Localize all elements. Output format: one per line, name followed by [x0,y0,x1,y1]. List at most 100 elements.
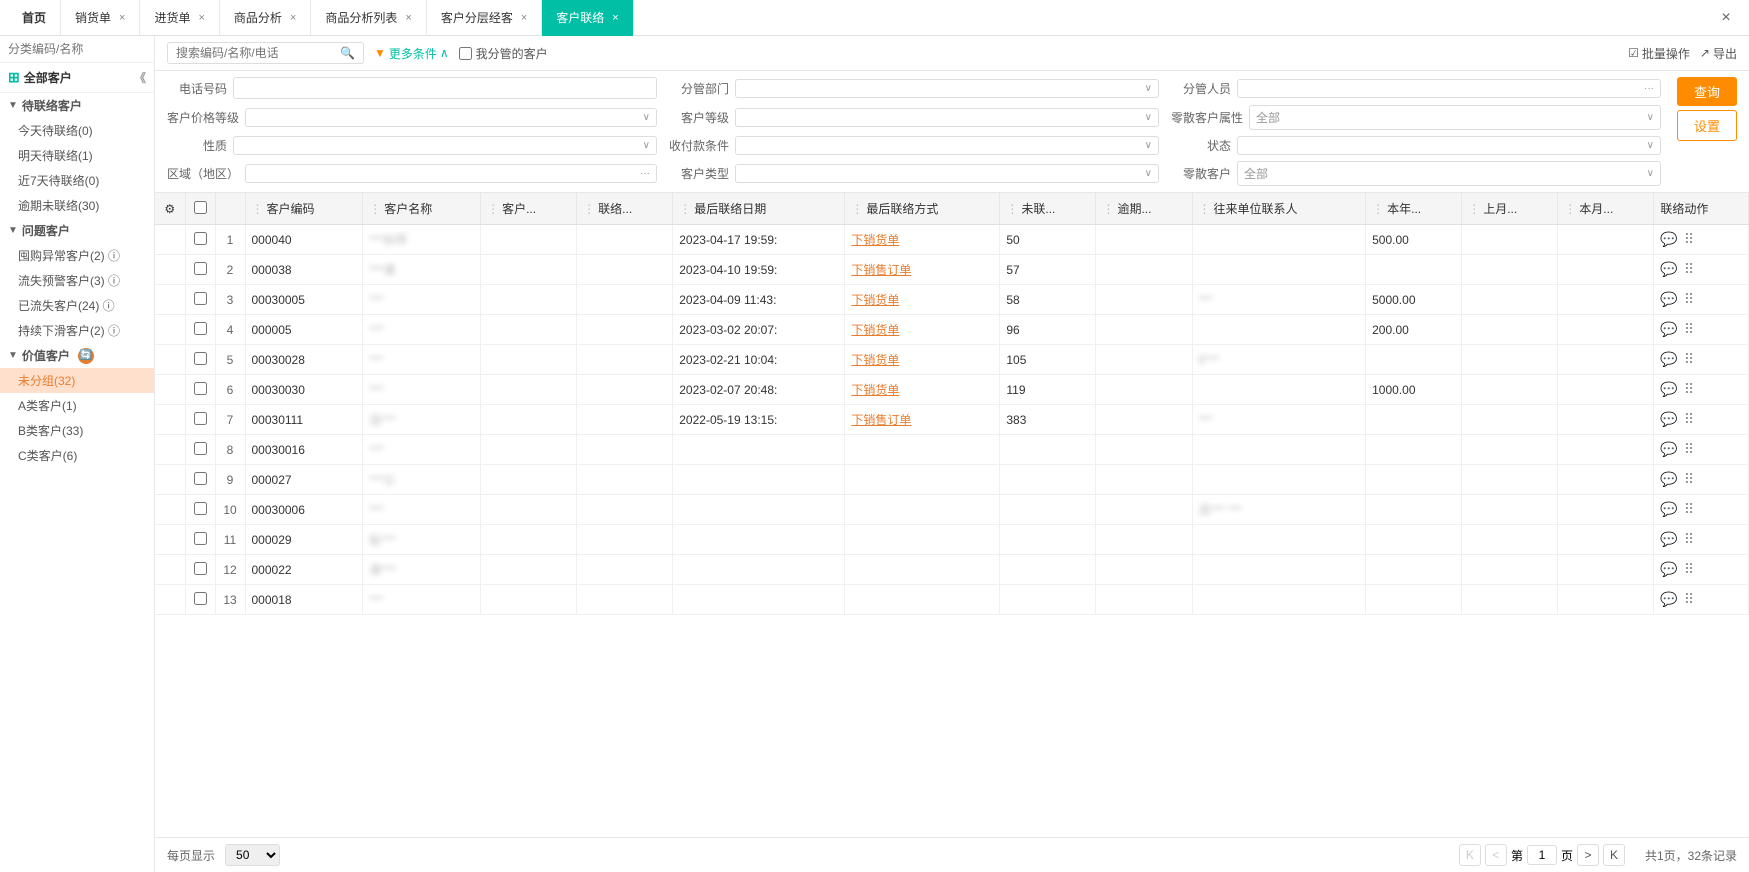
row-checkbox[interactable] [194,232,207,245]
row-last-method[interactable]: 下销货单 [845,285,1000,315]
more-conditions-button[interactable]: ▼ 更多条件 ∧ [374,45,449,62]
last-method-link[interactable]: 下销售订单 [851,263,911,277]
row-checkbox-cell[interactable] [185,405,215,435]
retail-attr-select[interactable]: 全部 ∨ [1249,105,1661,130]
more-action-icon[interactable]: ⠿ [1684,441,1694,458]
sidebar-item-today-pending[interactable]: 今天待联络(0) [0,118,154,143]
customer-level-select[interactable]: ∨ [735,108,1159,127]
last-page-button[interactable]: K [1603,844,1625,866]
row-last-method[interactable]: 下销货单 [845,375,1000,405]
contact-icon[interactable]: 💬 [1660,321,1677,338]
contact-icon[interactable]: 💬 [1660,591,1677,608]
phone-input[interactable] [233,77,657,99]
last-method-link[interactable]: 下销货单 [851,233,899,247]
sidebar-item-class-c[interactable]: C类客户(6) [0,443,154,468]
more-action-icon[interactable]: ⠿ [1684,561,1694,578]
col-name[interactable]: ⋮客户名称 [363,193,481,225]
more-action-icon[interactable]: ⠿ [1684,321,1694,338]
close-purchase-tab[interactable]: × [198,0,204,36]
row-last-method[interactable]: 下销货单 [845,345,1000,375]
sidebar-item-7day-pending[interactable]: 近7天待联络(0) [0,168,154,193]
row-checkbox-cell[interactable] [185,495,215,525]
row-checkbox[interactable] [194,442,207,455]
sidebar-item-abnormal[interactable]: 囤购异常客户(2) ⓘ [0,243,154,268]
sidebar-item-class-b[interactable]: B类客户(33) [0,418,154,443]
sidebar-item-lost[interactable]: 已流失客户(24) ⓘ [0,293,154,318]
region-select[interactable]: ··· [245,164,657,183]
row-checkbox[interactable] [194,502,207,515]
last-method-link[interactable]: 下销货单 [851,323,899,337]
row-last-method[interactable]: 下销售订单 [845,405,1000,435]
close-sales-tab[interactable]: × [119,0,125,36]
row-checkbox-cell[interactable] [185,435,215,465]
col-ctype[interactable]: ⋮客户... [481,193,577,225]
row-checkbox[interactable] [194,412,207,425]
last-method-link[interactable]: 下销售订单 [851,413,911,427]
page-number-input[interactable] [1527,845,1557,865]
sidebar-group-value[interactable]: ▼ 价值客户 🔄 [0,343,154,368]
close-window-button[interactable]: × [1711,3,1741,33]
more-action-icon[interactable]: ⠿ [1684,591,1694,608]
retail-customer-select[interactable]: 全部 ∨ [1237,161,1661,186]
col-last-method[interactable]: ⋮最后联络方式 [845,193,1000,225]
prev-page-button[interactable]: < [1485,844,1507,866]
my-customers-checkbox[interactable] [459,47,472,60]
contact-icon[interactable]: 💬 [1660,291,1677,308]
row-checkbox[interactable] [194,592,207,605]
last-method-link[interactable]: 下销货单 [851,383,899,397]
sidebar-collapse-button[interactable]: 《 [134,69,146,86]
reset-button[interactable]: 设置 [1677,110,1737,141]
more-action-icon[interactable]: ⠿ [1684,291,1694,308]
export-button[interactable]: ↗ 导出 [1700,45,1737,62]
row-last-method[interactable]: 下销货单 [845,315,1000,345]
nav-tab-sales[interactable]: 销货单 × [61,0,140,36]
batch-operation-button[interactable]: ☑ 批量操作 [1628,45,1690,62]
row-checkbox-cell[interactable] [185,315,215,345]
more-action-icon[interactable]: ⠿ [1684,231,1694,248]
payment-select[interactable]: ∨ [735,136,1159,155]
col-this-month[interactable]: ⋮本月... [1558,193,1654,225]
col-last-month[interactable]: ⋮上月... [1462,193,1558,225]
row-last-method[interactable]: 下销售订单 [845,255,1000,285]
more-action-icon[interactable]: ⠿ [1684,381,1694,398]
row-checkbox[interactable] [194,262,207,275]
status-select[interactable]: ∨ [1237,136,1661,155]
contact-icon[interactable]: 💬 [1660,531,1677,548]
row-checkbox-cell[interactable] [185,225,215,255]
sidebar-item-overdue-pending[interactable]: 逾期未联络(30) [0,193,154,218]
row-checkbox[interactable] [194,472,207,485]
contact-icon[interactable]: 💬 [1660,561,1677,578]
sidebar-item-ungroup[interactable]: 未分组(32) [0,368,154,393]
row-checkbox[interactable] [194,352,207,365]
nav-tab-analysis[interactable]: 商品分析 × [220,0,311,36]
customer-type-select[interactable]: ∨ [735,164,1159,183]
row-checkbox-cell[interactable] [185,345,215,375]
per-page-select[interactable]: 50 100 200 [225,844,280,866]
more-action-icon[interactable]: ⠿ [1684,411,1694,428]
all-customers-header[interactable]: ⊞ 全部客户 《 [0,63,154,93]
sidebar-item-declining[interactable]: 持续下滑客户(2) ⓘ [0,318,154,343]
sidebar-search-input[interactable] [8,42,155,56]
sidebar-item-tomorrow-pending[interactable]: 明天待联络(1) [0,143,154,168]
more-action-icon[interactable]: ⠿ [1684,351,1694,368]
close-customer-tier-tab[interactable]: × [521,0,527,36]
price-level-select[interactable]: ∨ [245,108,657,127]
nav-tab-customer-contact[interactable]: 客户联络 × [542,0,633,36]
col-checkbox[interactable] [185,193,215,225]
sidebar-group-pending[interactable]: ▼ 待联络客户 [0,93,154,118]
nav-tab-home[interactable]: 首页 [8,0,61,36]
row-checkbox-cell[interactable] [185,255,215,285]
row-checkbox-cell[interactable] [185,585,215,615]
col-unliaison[interactable]: ⋮未联... [1000,193,1096,225]
row-checkbox-cell[interactable] [185,465,215,495]
sidebar-item-class-a[interactable]: A类客户(1) [0,393,154,418]
col-last-date[interactable]: ⋮最后联络日期 [673,193,845,225]
contact-icon[interactable]: 💬 [1660,501,1677,518]
search-input[interactable] [176,46,336,60]
close-customer-contact-tab[interactable]: × [612,0,618,36]
contact-icon[interactable]: 💬 [1660,471,1677,488]
col-contact[interactable]: ⋮联络... [577,193,673,225]
col-partner-contact[interactable]: ⋮往来单位联系人 [1192,193,1366,225]
row-checkbox-cell[interactable] [185,525,215,555]
row-checkbox-cell[interactable] [185,555,215,585]
